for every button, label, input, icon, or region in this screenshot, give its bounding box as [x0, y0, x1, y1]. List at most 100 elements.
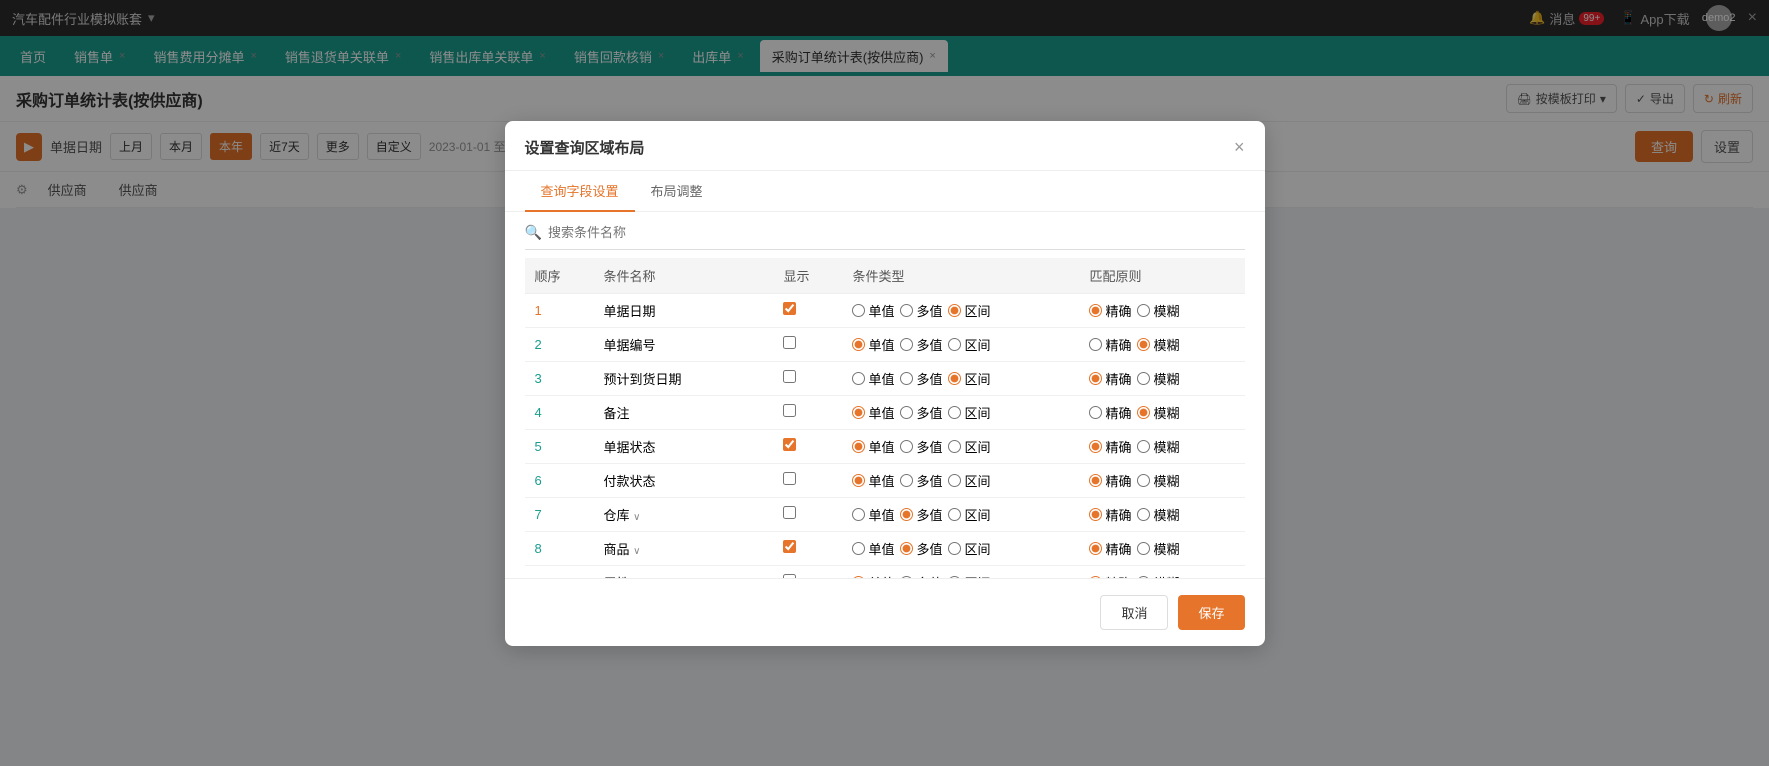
row-match[interactable]: 精确模糊: [1079, 361, 1244, 395]
type-radio-label[interactable]: 区间: [948, 369, 990, 388]
row-match[interactable]: 精确模糊: [1079, 395, 1244, 429]
type-radio-label[interactable]: 单值: [852, 301, 894, 320]
row-name: 单据日期: [594, 293, 774, 327]
match-radio-label[interactable]: 精确: [1089, 437, 1131, 456]
type-radio-label[interactable]: 多值: [900, 403, 942, 422]
type-radio-label[interactable]: 区间: [948, 539, 990, 558]
row-name: 单据编号: [594, 327, 774, 361]
type-radio-label[interactable]: 多值: [900, 437, 942, 456]
row-display[interactable]: [773, 361, 842, 395]
type-radio-label[interactable]: 单值: [852, 471, 894, 490]
match-radio-label[interactable]: 精确: [1089, 539, 1131, 558]
match-radio-label[interactable]: 模糊: [1137, 369, 1179, 388]
match-radio-label[interactable]: 模糊: [1137, 505, 1179, 524]
cancel-button[interactable]: 取消: [1100, 595, 1168, 630]
type-radio-label[interactable]: 多值: [900, 505, 942, 524]
match-radio-label[interactable]: 精确: [1089, 403, 1131, 422]
display-checkbox[interactable]: [783, 336, 796, 349]
table-row: 7仓库 ∨单值多值区间精确模糊: [525, 497, 1245, 531]
save-button[interactable]: 保存: [1178, 595, 1244, 630]
row-order: 3: [525, 361, 594, 395]
col-display: 显示: [773, 258, 842, 294]
conditions-scroll[interactable]: 顺序 条件名称 显示 条件类型 匹配原则 1单据日期单值多值区间精确模糊2单据编…: [525, 258, 1245, 578]
match-radio-label[interactable]: 模糊: [1137, 471, 1179, 490]
row-display[interactable]: [773, 429, 842, 463]
row-match[interactable]: 精确模糊: [1079, 429, 1244, 463]
type-radio-label[interactable]: 区间: [948, 403, 990, 422]
type-radio-label[interactable]: 多值: [900, 301, 942, 320]
type-radio-label[interactable]: 单值: [852, 539, 894, 558]
match-radio-label[interactable]: 精确: [1089, 369, 1131, 388]
row-display[interactable]: [773, 497, 842, 531]
type-radio-label[interactable]: 多值: [900, 539, 942, 558]
modal-close-button[interactable]: ×: [1234, 137, 1245, 158]
row-display[interactable]: [773, 395, 842, 429]
row-type[interactable]: 单值多值区间: [842, 395, 1079, 429]
row-type[interactable]: 单值多值区间: [842, 361, 1079, 395]
display-checkbox[interactable]: [783, 302, 796, 315]
display-checkbox[interactable]: [783, 438, 796, 451]
settings-modal: 设置查询区域布局 × 查询字段设置 布局调整 🔍: [505, 121, 1265, 646]
col-name: 条件名称: [594, 258, 774, 294]
row-display[interactable]: [773, 565, 842, 578]
match-radio-label[interactable]: 模糊: [1137, 539, 1179, 558]
type-radio-label[interactable]: 多值: [900, 471, 942, 490]
type-radio-label[interactable]: 多值: [900, 369, 942, 388]
row-match[interactable]: 精确模糊: [1079, 327, 1244, 361]
row-order: 6: [525, 463, 594, 497]
match-radio-label[interactable]: 模糊: [1137, 403, 1179, 422]
match-radio-label[interactable]: 精确: [1089, 301, 1131, 320]
search-input[interactable]: [548, 225, 1245, 240]
type-radio-label[interactable]: 区间: [948, 505, 990, 524]
chevron-down-icon: ∨: [633, 512, 640, 523]
row-match[interactable]: 精确模糊: [1079, 293, 1244, 327]
conditions-table: 顺序 条件名称 显示 条件类型 匹配原则 1单据日期单值多值区间精确模糊2单据编…: [525, 258, 1245, 578]
type-radio-label[interactable]: 多值: [900, 335, 942, 354]
type-radio-label[interactable]: 单值: [852, 369, 894, 388]
row-type[interactable]: 单值多值区间: [842, 429, 1079, 463]
type-radio-label[interactable]: 单值: [852, 335, 894, 354]
row-order: 8: [525, 531, 594, 565]
type-radio-label[interactable]: 单值: [852, 437, 894, 456]
match-radio-label[interactable]: 精确: [1089, 335, 1131, 354]
row-display[interactable]: [773, 463, 842, 497]
match-radio-label[interactable]: 模糊: [1137, 437, 1179, 456]
match-radio-label[interactable]: 精确: [1089, 505, 1131, 524]
display-checkbox[interactable]: [783, 472, 796, 485]
row-type[interactable]: 单值多值区间: [842, 565, 1079, 578]
modal-body: 🔍 顺序 条件名称 显示 条件类型 匹配原则: [505, 212, 1265, 578]
type-radio-label[interactable]: 区间: [948, 471, 990, 490]
tab-layout-adjust[interactable]: 布局调整: [635, 171, 719, 212]
row-match[interactable]: 精确模糊: [1079, 565, 1244, 578]
row-display[interactable]: [773, 531, 842, 565]
row-type[interactable]: 单值多值区间: [842, 327, 1079, 361]
display-checkbox[interactable]: [783, 370, 796, 383]
type-radio-label[interactable]: 区间: [948, 335, 990, 354]
type-radio-label[interactable]: 单值: [852, 403, 894, 422]
row-order: 4: [525, 395, 594, 429]
row-order: 1: [525, 293, 594, 327]
tab-query-fields[interactable]: 查询字段设置: [525, 171, 635, 212]
modal-title: 设置查询区域布局: [525, 137, 645, 158]
row-name: 备注: [594, 395, 774, 429]
row-match[interactable]: 精确模糊: [1079, 463, 1244, 497]
row-type[interactable]: 单值多值区间: [842, 531, 1079, 565]
match-radio-label[interactable]: 模糊: [1137, 301, 1179, 320]
type-radio-label[interactable]: 区间: [948, 301, 990, 320]
type-radio-label[interactable]: 区间: [948, 437, 990, 456]
display-checkbox[interactable]: [783, 506, 796, 519]
display-checkbox[interactable]: [783, 540, 796, 553]
row-match[interactable]: 精确模糊: [1079, 497, 1244, 531]
table-row: 2单据编号单值多值区间精确模糊: [525, 327, 1245, 361]
row-display[interactable]: [773, 327, 842, 361]
display-checkbox[interactable]: [783, 404, 796, 417]
row-display[interactable]: [773, 293, 842, 327]
row-type[interactable]: 单值多值区间: [842, 497, 1079, 531]
row-type[interactable]: 单值多值区间: [842, 463, 1079, 497]
row-match[interactable]: 精确模糊: [1079, 531, 1244, 565]
match-radio-label[interactable]: 模糊: [1137, 335, 1179, 354]
row-type[interactable]: 单值多值区间: [842, 293, 1079, 327]
row-name: 商品 ∨: [594, 531, 774, 565]
type-radio-label[interactable]: 单值: [852, 505, 894, 524]
match-radio-label[interactable]: 精确: [1089, 471, 1131, 490]
